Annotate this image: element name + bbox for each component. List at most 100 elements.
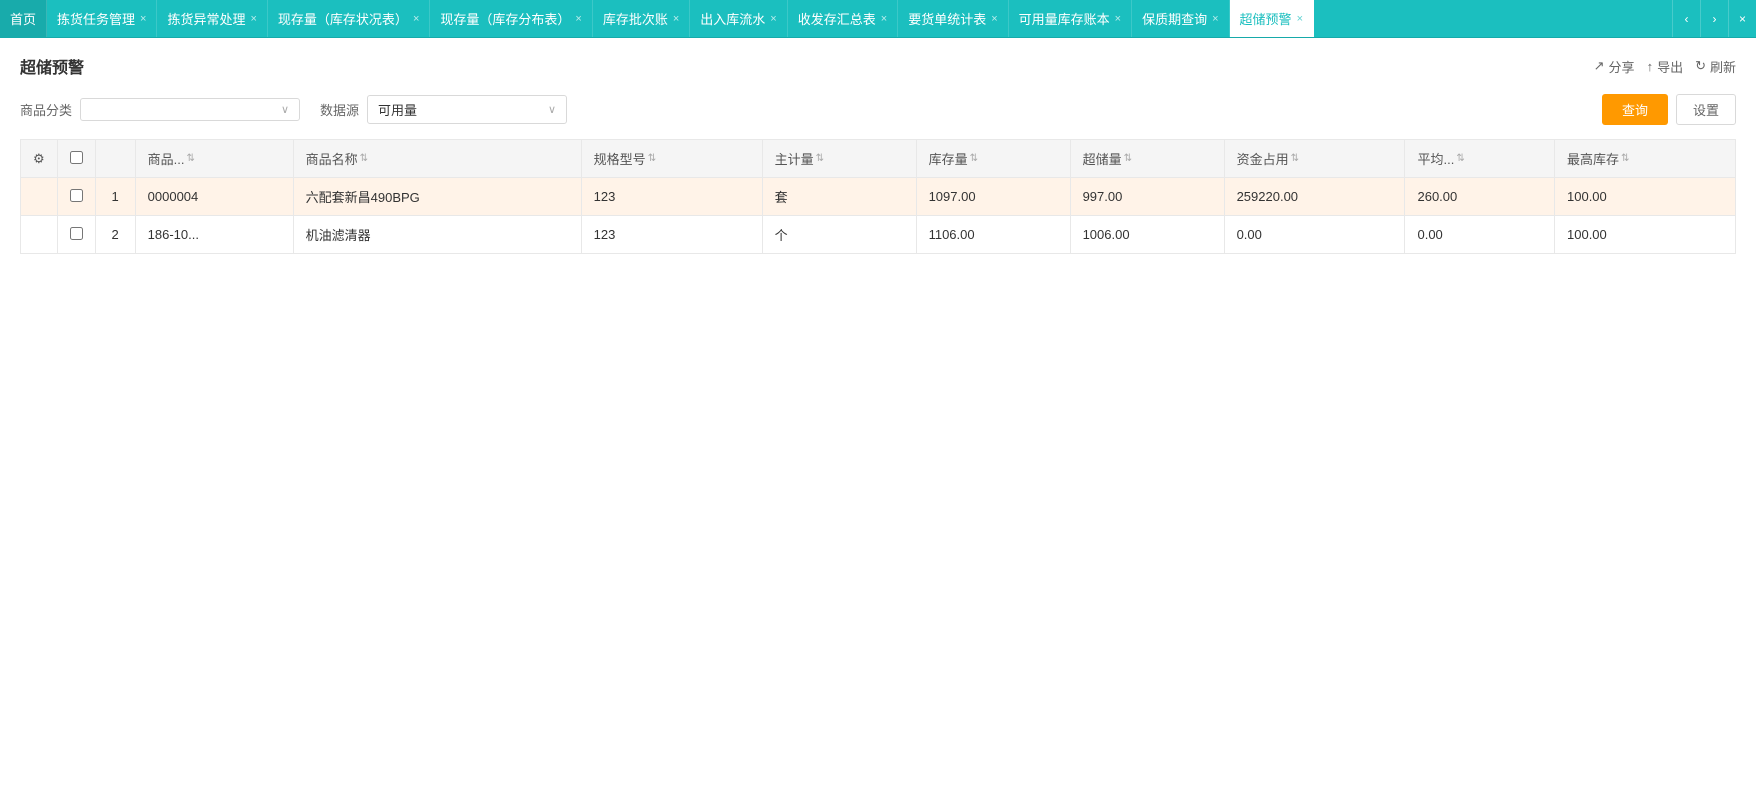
sort-unit[interactable]: 主计量 ⇅	[775, 149, 824, 168]
row-num: 1	[95, 178, 135, 216]
nav-prev-arrow[interactable]: ‹	[1672, 0, 1700, 38]
page-header: 超储预警 ↗ 分享 ↑ 导出 ↻ 刷新	[20, 54, 1736, 78]
row-checkbox[interactable]	[70, 227, 83, 240]
nav-item-batch[interactable]: 库存批次账 ×	[593, 0, 690, 38]
chevron-down-icon: ∨	[281, 103, 289, 116]
table-row[interactable]: 2 186-10... 机油滤清器 123 个 1106.00 1006.00 …	[21, 216, 1736, 254]
row-checkbox-cell[interactable]	[57, 178, 95, 216]
settings-button[interactable]: 设置	[1676, 94, 1736, 125]
query-button[interactable]: 查询	[1602, 94, 1668, 125]
nav-item-quality-label: 保质期查询	[1142, 9, 1207, 28]
th-product-name[interactable]: 商品名称 ⇅	[293, 140, 581, 178]
sort-product-code[interactable]: 商品... ⇅	[148, 149, 195, 168]
th-avg[interactable]: 平均... ⇅	[1405, 140, 1555, 178]
filter-buttons: 查询 设置	[1602, 94, 1736, 125]
page-title: 超储预警	[20, 54, 84, 78]
nav-close-batch[interactable]: ×	[673, 13, 679, 25]
nav-item-quality[interactable]: 保质期查询 ×	[1132, 0, 1229, 38]
filter-data-source: 数据源 可用量 ∨	[320, 95, 567, 124]
nav-close-quality[interactable]: ×	[1212, 13, 1218, 25]
nav-item-stock-dist[interactable]: 现存量（库存分布表） ×	[430, 0, 592, 38]
row-product-code: 0000004	[135, 178, 293, 216]
refresh-button[interactable]: ↻ 刷新	[1695, 57, 1736, 76]
row-overstock: 997.00	[1070, 178, 1224, 216]
data-source-value: 可用量	[378, 100, 417, 119]
share-label: 分享	[1609, 57, 1635, 76]
row-checkbox[interactable]	[70, 189, 83, 202]
th-spec[interactable]: 规格型号 ⇅	[581, 140, 762, 178]
nav-item-available-label: 可用量库存账本	[1019, 9, 1110, 28]
nav-item-stock-status[interactable]: 现存量（库存状况表） ×	[268, 0, 430, 38]
nav-item-inout-flow[interactable]: 出入库流水 ×	[690, 0, 787, 38]
nav-item-overstock-label: 超储预警	[1240, 9, 1292, 28]
nav-item-abnormal-label: 拣货异常处理	[167, 9, 245, 28]
product-category-label: 商品分类	[20, 100, 72, 119]
th-max-stock[interactable]: 最高库存 ⇅	[1555, 140, 1736, 178]
export-button[interactable]: ↑ 导出	[1647, 57, 1684, 76]
sort-icon-avg: ⇅	[1456, 153, 1464, 164]
row-num: 2	[95, 216, 135, 254]
row-settings-cell	[21, 178, 58, 216]
nav-item-batch-label: 库存批次账	[603, 9, 668, 28]
data-table: ⚙ 商品... ⇅ 商品名称 ⇅	[20, 139, 1736, 254]
data-source-select[interactable]: 可用量 ∨	[367, 95, 567, 124]
row-capital: 0.00	[1224, 216, 1405, 254]
nav-item-task-mgmt[interactable]: 拣货任务管理 ×	[47, 0, 157, 38]
nav-item-abnormal[interactable]: 拣货异常处理 ×	[157, 0, 267, 38]
sort-max-stock[interactable]: 最高库存 ⇅	[1567, 149, 1629, 168]
top-navigation: 首页 拣货任务管理 × 拣货异常处理 × 现存量（库存状况表） × 现存量（库存…	[0, 0, 1756, 38]
sort-capital[interactable]: 资金占用 ⇅	[1237, 149, 1299, 168]
nav-close-collect[interactable]: ×	[881, 13, 887, 25]
th-product-code[interactable]: 商品... ⇅	[135, 140, 293, 178]
nav-close-stock-dist[interactable]: ×	[575, 13, 581, 25]
nav-close-stock-status[interactable]: ×	[413, 13, 419, 25]
row-checkbox-cell[interactable]	[57, 216, 95, 254]
sort-icon-spec: ⇅	[648, 153, 656, 164]
nav-close-available[interactable]: ×	[1115, 13, 1121, 25]
sort-product-name[interactable]: 商品名称 ⇅	[306, 149, 368, 168]
select-all-checkbox[interactable]	[70, 151, 83, 164]
product-category-select[interactable]: ∨	[80, 98, 300, 121]
th-row-num	[95, 140, 135, 178]
nav-close-order-stat[interactable]: ×	[991, 13, 997, 25]
table-row[interactable]: 1 0000004 六配套新昌490BPG 123 套 1097.00 997.…	[21, 178, 1736, 216]
nav-close-task-mgmt[interactable]: ×	[140, 13, 146, 25]
nav-item-home[interactable]: 首页	[0, 0, 47, 38]
th-overstock-label: 超储量	[1083, 149, 1122, 168]
nav-item-collect[interactable]: 收发存汇总表 ×	[788, 0, 898, 38]
filter-row: 商品分类 ∨ 数据源 可用量 ∨ 查询 设置	[20, 94, 1736, 125]
sort-stock[interactable]: 库存量 ⇅	[929, 149, 978, 168]
row-product-code: 186-10...	[135, 216, 293, 254]
th-settings[interactable]: ⚙	[21, 140, 58, 178]
sort-avg[interactable]: 平均... ⇅	[1417, 149, 1464, 168]
sort-spec[interactable]: 规格型号 ⇅	[594, 149, 656, 168]
nav-close-abnormal[interactable]: ×	[250, 13, 256, 25]
sort-overstock[interactable]: 超储量 ⇅	[1083, 149, 1132, 168]
nav-item-order-stat-label: 要货单统计表	[908, 9, 986, 28]
nav-next-arrow[interactable]: ›	[1700, 0, 1728, 38]
th-checkbox[interactable]	[57, 140, 95, 178]
export-icon: ↑	[1647, 59, 1654, 74]
sort-icon-overstock: ⇅	[1124, 153, 1132, 164]
th-capital[interactable]: 资金占用 ⇅	[1224, 140, 1405, 178]
row-spec: 123	[581, 216, 762, 254]
sort-icon-max-stock: ⇅	[1621, 153, 1629, 164]
sort-icon-product-code: ⇅	[187, 153, 195, 164]
nav-close-inout-flow[interactable]: ×	[770, 13, 776, 25]
page-content: 超储预警 ↗ 分享 ↑ 导出 ↻ 刷新 商品分类 ∨	[0, 38, 1756, 270]
nav-item-order-stat[interactable]: 要货单统计表 ×	[898, 0, 1008, 38]
row-product-name: 机油滤清器	[293, 216, 581, 254]
th-stock[interactable]: 库存量 ⇅	[916, 140, 1070, 178]
th-overstock[interactable]: 超储量 ⇅	[1070, 140, 1224, 178]
th-unit[interactable]: 主计量 ⇅	[762, 140, 916, 178]
th-stock-label: 库存量	[929, 149, 968, 168]
share-button[interactable]: ↗ 分享	[1594, 57, 1635, 76]
nav-item-overstock[interactable]: 超储预警 ×	[1230, 0, 1314, 38]
nav-close-overstock[interactable]: ×	[1297, 13, 1303, 25]
nav-item-available[interactable]: 可用量库存账本 ×	[1009, 0, 1132, 38]
filter-product-category: 商品分类 ∨	[20, 98, 300, 121]
refresh-label: 刷新	[1710, 57, 1736, 76]
th-capital-label: 资金占用	[1237, 149, 1289, 168]
nav-end-arrows: ‹ › ×	[1672, 0, 1756, 38]
nav-close-all[interactable]: ×	[1728, 0, 1756, 38]
